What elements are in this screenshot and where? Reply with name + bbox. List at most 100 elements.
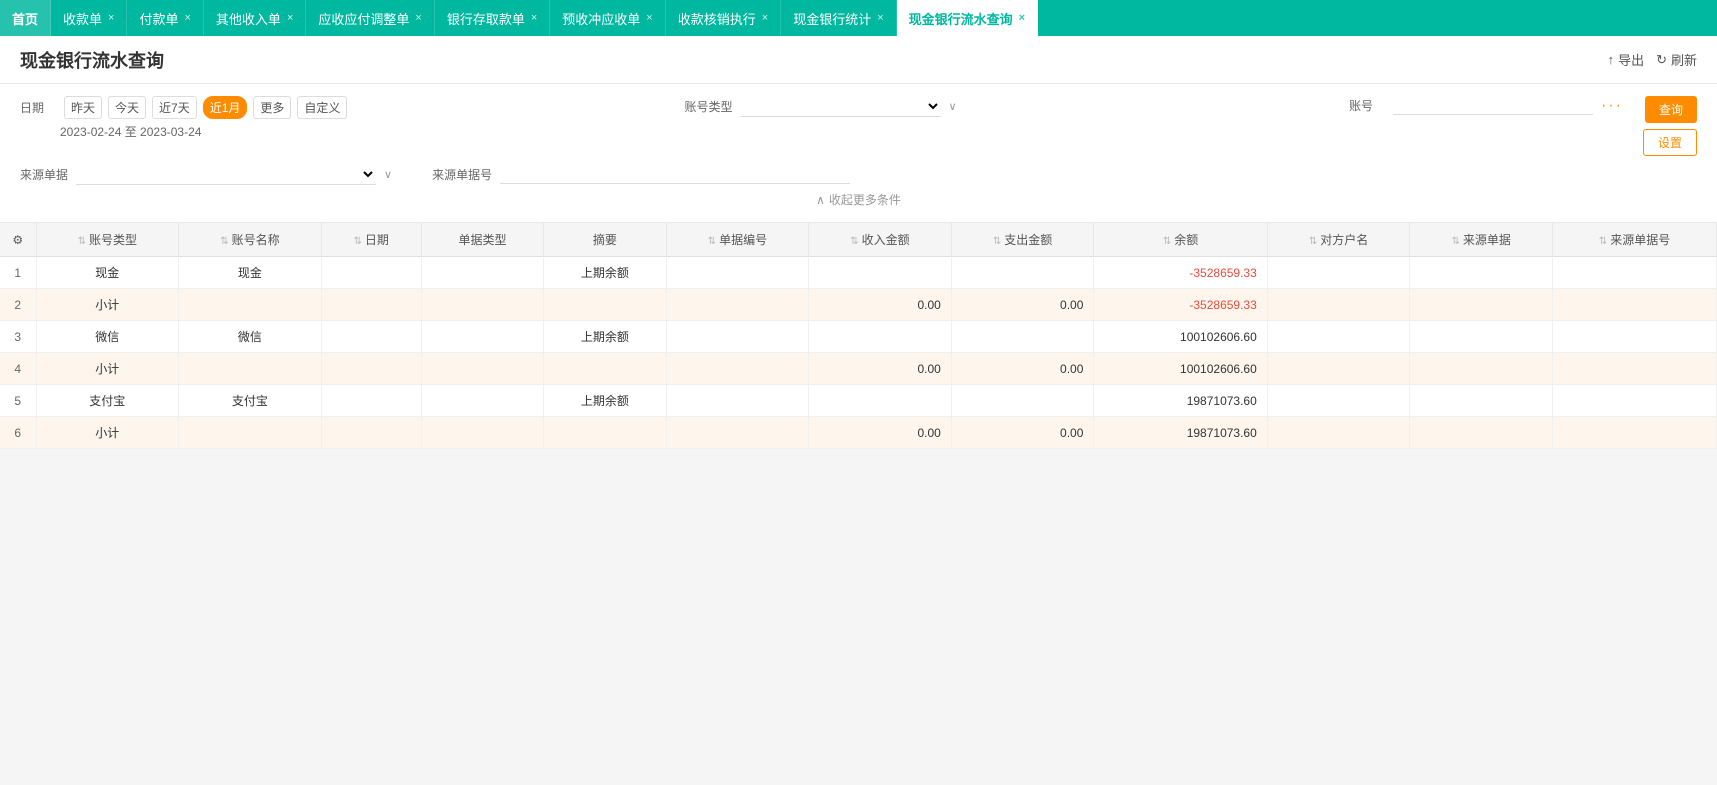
nav-receipt[interactable]: 收款单 × [51, 0, 127, 36]
table-row: 1 现金 现金 上期余额 -3528659.33 [0, 257, 1717, 289]
top-navigation: 首页 收款单 × 付款单 × 其他收入单 × 应收应付调整单 × 银行存取款单 … [0, 0, 1717, 36]
query-button[interactable]: 查询 [1645, 96, 1697, 123]
sort-source-doc-no-icon: ⇅ [1599, 236, 1607, 247]
cell-row-num: 5 [0, 385, 36, 417]
table-row: 5 支付宝 支付宝 上期余额 19871073.60 [0, 385, 1717, 417]
close-payment-tab[interactable]: × [184, 12, 190, 24]
nav-bank-deposit[interactable]: 银行存取款单 × [435, 0, 550, 36]
export-button[interactable]: ↑ 导出 [1608, 50, 1645, 69]
cell-source-doc-no [1553, 353, 1717, 385]
col-account-name[interactable]: ⇅账号名称 [179, 223, 322, 257]
filter-source-row: 来源单据 ∨ 来源单据号 [20, 164, 1697, 185]
col-source-doc[interactable]: ⇅来源单据 [1410, 223, 1553, 257]
sort-account-type-icon: ⇅ [78, 236, 86, 247]
col-income[interactable]: ⇅收入金额 [809, 223, 952, 257]
settings-button[interactable]: 设置 [1643, 129, 1697, 156]
table-header-row: ⚙ ⇅账号类型 ⇅账号名称 ⇅日期 单据类型 摘要 ⇅单据编号 [0, 223, 1717, 257]
col-summary: 摘要 [544, 223, 666, 257]
cell-counterpart [1267, 321, 1410, 353]
sort-source-doc-icon: ⇅ [1451, 236, 1459, 247]
nav-home[interactable]: 首页 [0, 0, 51, 36]
cell-doc-type [421, 417, 543, 449]
cell-doc-no [666, 289, 809, 321]
filter-left: 日期 昨天 今天 近7天 近1月 更多 自定义 2023-02-24 至 202… [20, 96, 645, 140]
col-balance[interactable]: ⇅余额 [1094, 223, 1267, 257]
col-doc-no[interactable]: ⇅单据编号 [666, 223, 809, 257]
nav-receipt-exec[interactable]: 收款核销执行 × [666, 0, 781, 36]
cell-counterpart [1267, 353, 1410, 385]
cell-date [321, 417, 421, 449]
sort-balance-icon: ⇅ [1163, 236, 1171, 247]
cell-account-name: 支付宝 [179, 385, 322, 417]
nav-cash-stats[interactable]: 现金银行统计 × [781, 0, 896, 36]
nav-adjustment[interactable]: 应收应付调整单 × [306, 0, 434, 36]
close-other-income-tab[interactable]: × [287, 12, 293, 24]
nav-other-income[interactable]: 其他收入单 × [204, 0, 306, 36]
account-ellipsis-button[interactable]: ··· [1601, 97, 1623, 115]
cell-account-type: 小计 [36, 353, 179, 385]
source-doc-select[interactable] [76, 164, 376, 185]
date-btn-custom[interactable]: 自定义 [297, 96, 347, 119]
col-source-doc-no[interactable]: ⇅来源单据号 [1553, 223, 1717, 257]
nav-cash-flow[interactable]: 现金银行流水查询 × [897, 0, 1038, 36]
close-cash-flow-tab[interactable]: × [1019, 12, 1025, 24]
table-body: 1 现金 现金 上期余额 -3528659.33 2 小计 0.00 0.00 … [0, 257, 1717, 449]
col-counterpart[interactable]: ⇅对方户名 [1267, 223, 1410, 257]
date-btn-1month[interactable]: 近1月 [203, 96, 248, 119]
cell-source-doc-no [1553, 257, 1717, 289]
close-receipt-tab[interactable]: × [108, 12, 114, 24]
source-doc-no-label: 来源单据号 [432, 166, 492, 183]
date-btn-7days[interactable]: 近7天 [152, 96, 197, 119]
cell-expense: 0.00 [951, 289, 1094, 321]
gear-icon: ⚙ [12, 233, 23, 247]
cell-expense [951, 385, 1094, 417]
col-expense[interactable]: ⇅支出金额 [951, 223, 1094, 257]
page-title: 现金银行流水查询 [20, 47, 164, 73]
nav-payment[interactable]: 付款单 × [127, 0, 203, 36]
cell-source-doc-no [1553, 385, 1717, 417]
date-btn-more[interactable]: 更多 [253, 96, 291, 119]
sort-date-icon: ⇅ [354, 236, 362, 247]
cell-expense [951, 321, 1094, 353]
cell-source-doc-no [1553, 417, 1717, 449]
cell-row-num: 2 [0, 289, 36, 321]
cell-balance: 100102606.60 [1094, 353, 1267, 385]
nav-prepayment[interactable]: 预收冲应收单 × [550, 0, 665, 36]
cell-source-doc-no [1553, 289, 1717, 321]
source-doc-no-input[interactable] [500, 165, 850, 184]
collapse-filters-button[interactable]: ∧ 收起更多条件 [20, 185, 1697, 210]
cell-source-doc [1410, 417, 1553, 449]
cell-doc-no [666, 417, 809, 449]
cell-balance: -3528659.33 [1094, 257, 1267, 289]
cell-income [809, 321, 952, 353]
refresh-icon: ↻ [1656, 52, 1667, 68]
sort-doc-no-icon: ⇅ [708, 236, 716, 247]
account-type-select[interactable]: 现金 微信 支付宝 [741, 96, 941, 117]
cell-account-type: 微信 [36, 321, 179, 353]
refresh-button[interactable]: ↻ 刷新 [1656, 50, 1697, 69]
cell-counterpart [1267, 385, 1410, 417]
close-receipt-exec-tab[interactable]: × [762, 12, 768, 24]
date-btn-yesterday[interactable]: 昨天 [64, 96, 102, 119]
account-input[interactable] [1393, 96, 1593, 115]
cell-account-name [179, 289, 322, 321]
cell-account-name [179, 417, 322, 449]
col-date[interactable]: ⇅日期 [321, 223, 421, 257]
date-btn-today[interactable]: 今天 [108, 96, 146, 119]
filter-date-row: 日期 昨天 今天 近7天 近1月 更多 自定义 [20, 96, 645, 119]
close-cash-stats-tab[interactable]: × [877, 12, 883, 24]
col-gear[interactable]: ⚙ [0, 223, 36, 257]
cell-doc-type [421, 289, 543, 321]
cell-date [321, 321, 421, 353]
cell-doc-type [421, 321, 543, 353]
close-prepayment-tab[interactable]: × [646, 12, 652, 24]
cell-expense: 0.00 [951, 353, 1094, 385]
table-row: 6 小计 0.00 0.00 19871073.60 [0, 417, 1717, 449]
cell-row-num: 3 [0, 321, 36, 353]
col-account-type[interactable]: ⇅账号类型 [36, 223, 179, 257]
close-bank-deposit-tab[interactable]: × [531, 12, 537, 24]
cell-account-type: 小计 [36, 289, 179, 321]
cell-source-doc [1410, 321, 1553, 353]
close-adjustment-tab[interactable]: × [415, 12, 421, 24]
cell-doc-type [421, 353, 543, 385]
